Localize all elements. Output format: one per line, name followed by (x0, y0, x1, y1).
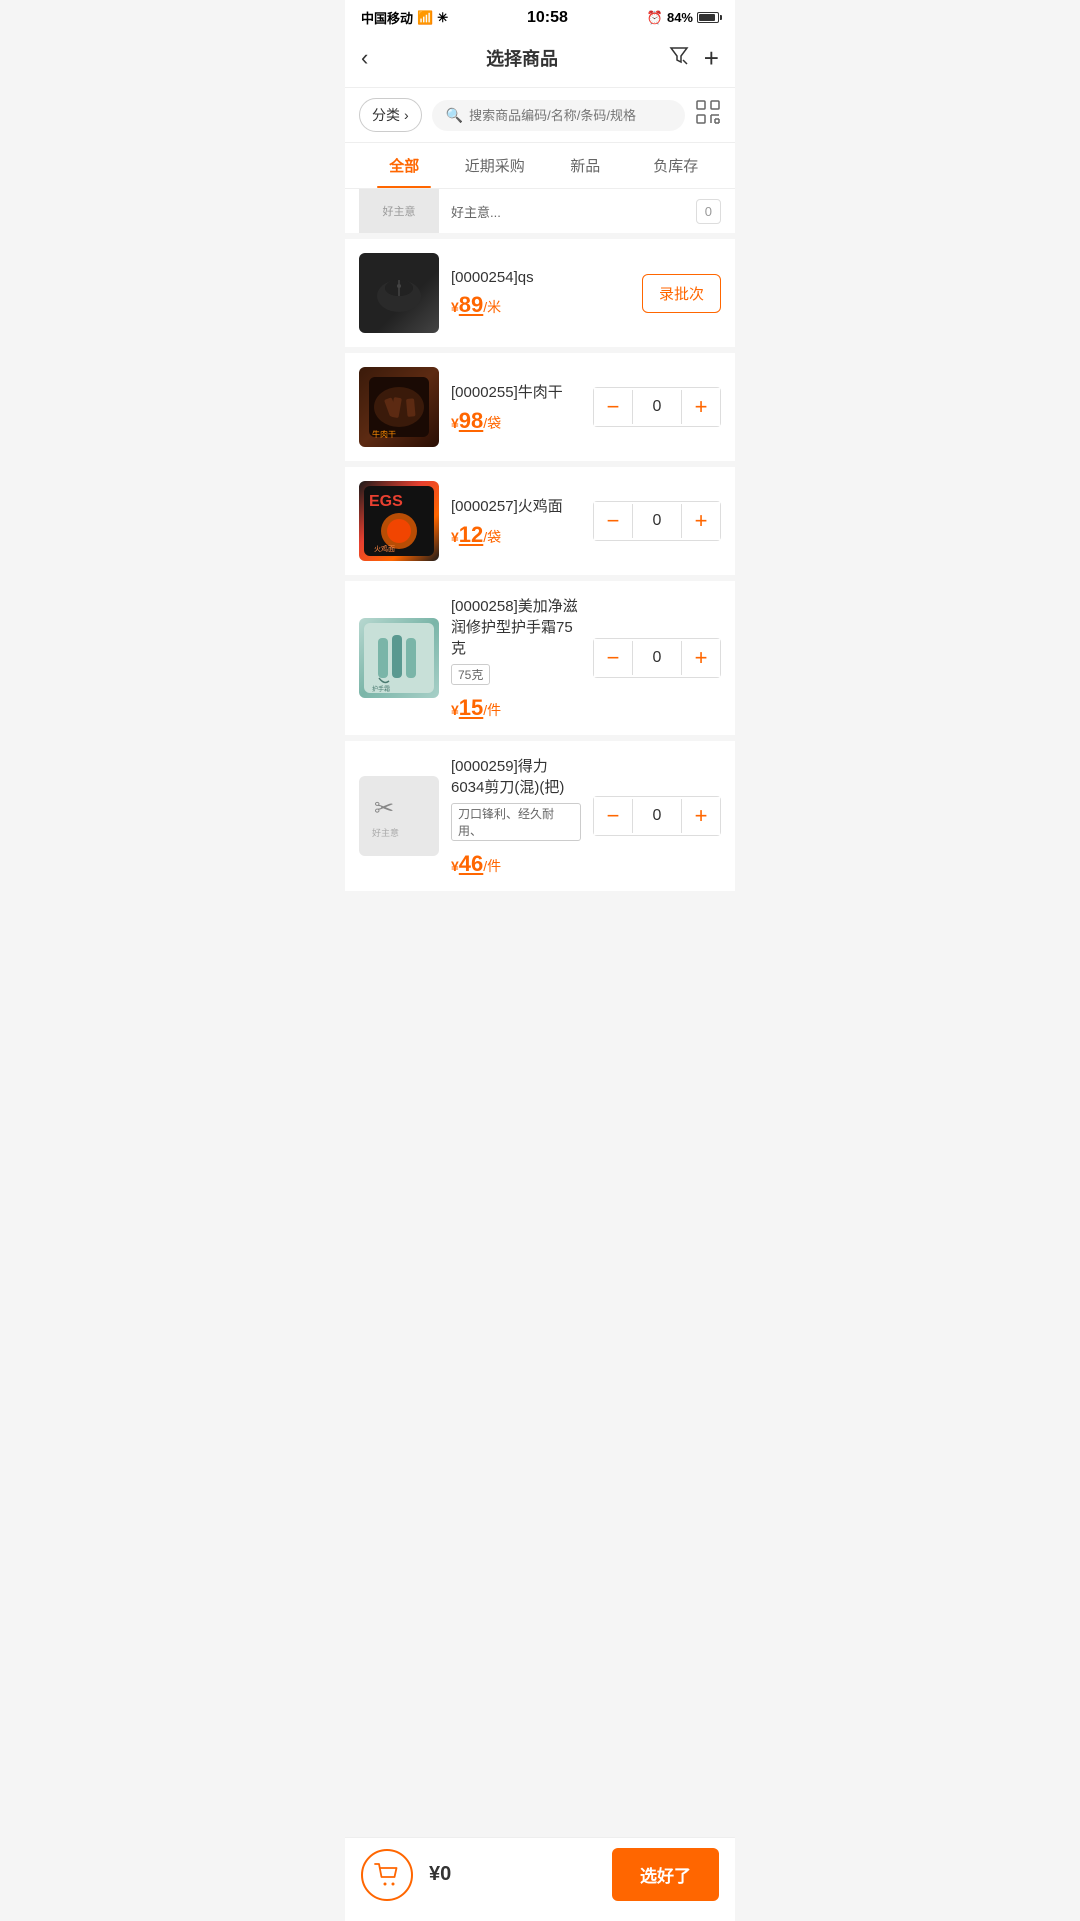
svg-text:火鸡面: 火鸡面 (374, 544, 395, 553)
svg-text:好主意: 好主意 (372, 827, 399, 838)
svg-text:✂: ✂ (374, 795, 394, 822)
signal-icon: ✳ (437, 10, 448, 26)
qty-minus-0000259[interactable]: − (594, 797, 632, 835)
svg-text:护手霜: 护手霜 (372, 685, 390, 693)
back-button[interactable]: ‹ (361, 41, 376, 75)
category-button[interactable]: 分类 › (359, 98, 422, 132)
partial-thumb-placeholder: 好主意 (359, 189, 439, 239)
qty-minus-0000257[interactable]: − (594, 502, 632, 540)
qty-display-0000259: 0 (632, 799, 682, 833)
product-item: ✂ 好主意 [0000259]得力6034剪刀(混)(把) 刀口锋利、经久耐用、… (345, 741, 735, 897)
add-button[interactable]: + (704, 43, 719, 74)
search-icon: 🔍 (446, 107, 463, 124)
category-arrow: › (404, 107, 409, 123)
qty-control-0000259: − 0 + (593, 796, 721, 836)
product-price-0000258: ¥15/件 (451, 695, 581, 721)
product-item: 护手霜 [0000258]美加净滋润修护型护手霜75克 75克 ¥15/件 − … (345, 581, 735, 741)
search-input[interactable] (469, 108, 671, 123)
product-info-0000259: [0000259]得力6034剪刀(混)(把) 刀口锋利、经久耐用、 ¥46/件 (451, 755, 581, 877)
qty-plus-0000259[interactable]: + (682, 797, 720, 835)
cart-total: ¥0 (429, 1863, 596, 1886)
partial-item-text: 好主意... (451, 202, 501, 221)
product-price-0000259: ¥46/件 (451, 851, 581, 877)
product-action-0000257: − 0 + (593, 501, 721, 541)
battery-percent: 84% (667, 10, 693, 25)
qty-minus-0000255[interactable]: − (594, 388, 632, 426)
category-label: 分类 (372, 105, 400, 125)
product-thumb-0000257: EGS 火鸡面 (359, 481, 439, 561)
status-time: 10:58 (527, 9, 568, 27)
search-row: 分类 › 🔍 (345, 88, 735, 143)
product-action-0000258: − 0 + (593, 638, 721, 678)
product-action-0000259: − 0 + (593, 796, 721, 836)
product-info-0000258: [0000258]美加净滋润修护型护手霜75克 75克 ¥15/件 (451, 595, 581, 721)
product-price-0000254: ¥89/米 (451, 292, 630, 318)
product-item: 牛肉干 [0000255]牛肉干 ¥98/袋 − 0 + (345, 353, 735, 467)
qty-control-0000258: − 0 + (593, 638, 721, 678)
battery-icon (697, 12, 719, 23)
status-right: ⏰ 84% (647, 10, 719, 26)
alarm-icon: ⏰ (647, 10, 663, 26)
confirm-button[interactable]: 选好了 (612, 1848, 719, 1901)
product-name-0000255: [0000255]牛肉干 (451, 381, 581, 402)
filter-icon[interactable] (668, 44, 690, 72)
qty-display-0000258: 0 (632, 641, 682, 675)
product-action-0000255[interactable]: − 0 + (593, 387, 721, 427)
product-thumb-0000255: 牛肉干 (359, 367, 439, 447)
nav-title: 选择商品 (486, 45, 558, 71)
product-price-0000257: ¥12/袋 (451, 522, 581, 548)
svg-text:EGS: EGS (369, 493, 403, 510)
partial-qty-display: 0 (696, 199, 721, 224)
product-item: [0000254]qs ¥89/米 录批次 (345, 239, 735, 353)
nav-bar: ‹ 选择商品 + (345, 31, 735, 88)
partial-item: 好主意 好主意... 0 (345, 189, 735, 239)
product-tag-0000259: 刀口锋利、经久耐用、 (451, 803, 581, 841)
wifi-icon: 📶 (417, 10, 433, 26)
qty-minus-0000258[interactable]: − (594, 639, 632, 677)
qty-control-0000257: − 0 + (593, 501, 721, 541)
product-info-0000257: [0000257]火鸡面 ¥12/袋 (451, 495, 581, 548)
partial-thumb: 好主意 (359, 189, 439, 239)
product-thumb-0000254 (359, 253, 439, 333)
search-input-wrap: 🔍 (432, 100, 685, 131)
record-batch-button-0000254[interactable]: 录批次 (642, 274, 721, 313)
product-thumb-0000258: 护手霜 (359, 618, 439, 698)
tab-new[interactable]: 新品 (540, 143, 631, 188)
qty-display-0000257: 0 (632, 504, 682, 538)
status-bar: 中国移动 📶 ✳ 10:58 ⏰ 84% (345, 0, 735, 31)
product-name-0000258: [0000258]美加净滋润修护型护手霜75克 (451, 595, 581, 658)
scan-icon[interactable] (695, 99, 721, 131)
qty-display-0000255: 0 (632, 390, 682, 424)
product-thumb-0000259: ✂ 好主意 (359, 776, 439, 856)
product-name-0000259: [0000259]得力6034剪刀(混)(把) (451, 755, 581, 797)
qty-plus-0000257[interactable]: + (682, 502, 720, 540)
product-info-0000254: [0000254]qs ¥89/米 (451, 269, 630, 318)
product-list: [0000254]qs ¥89/米 录批次 牛肉干 [0000255]牛肉干 ¥… (345, 239, 735, 977)
product-name-0000257: [0000257]火鸡面 (451, 495, 581, 516)
tab-all[interactable]: 全部 (359, 143, 450, 188)
carrier-text: 中国移动 (361, 8, 413, 27)
nav-actions: + (668, 43, 719, 74)
filter-tabs: 全部 近期采购 新品 负库存 (345, 143, 735, 189)
qty-control-0000255: − 0 + (593, 387, 721, 427)
bottom-bar: ¥0 选好了 (345, 1837, 735, 1921)
product-price-0000255: ¥98/袋 (451, 408, 581, 434)
product-action-0000254: 录批次 (642, 274, 721, 313)
product-tag-0000258: 75克 (451, 664, 490, 685)
status-left: 中国移动 📶 ✳ (361, 8, 448, 27)
svg-text:牛肉干: 牛肉干 (372, 429, 396, 439)
product-item: EGS 火鸡面 [0000257]火鸡面 ¥12/袋 − 0 + (345, 467, 735, 581)
product-info-0000255: [0000255]牛肉干 ¥98/袋 (451, 381, 581, 434)
tab-recent[interactable]: 近期采购 (450, 143, 541, 188)
tab-negative[interactable]: 负库存 (631, 143, 722, 188)
product-name-0000254: [0000254]qs (451, 269, 630, 286)
cart-button[interactable] (361, 1849, 413, 1901)
qty-plus-0000255[interactable]: + (682, 388, 720, 426)
qty-plus-0000258[interactable]: + (682, 639, 720, 677)
